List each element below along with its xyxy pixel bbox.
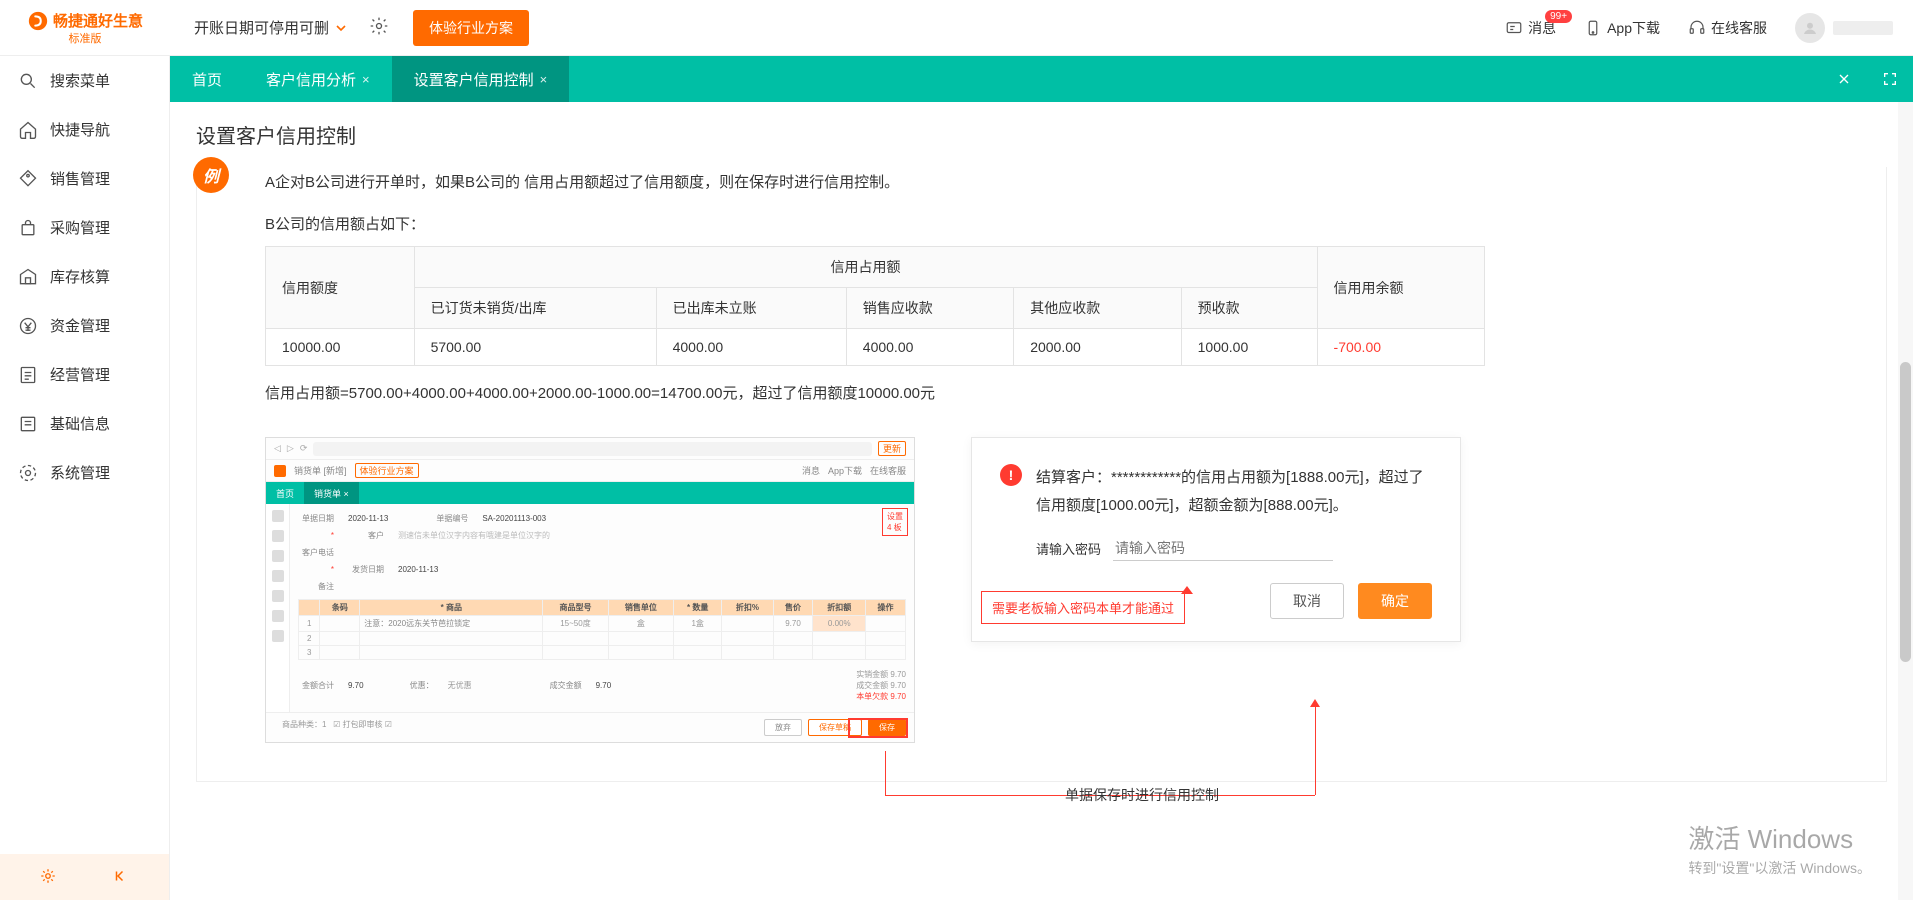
brand-edition: 标准版 bbox=[69, 30, 102, 46]
th-c3: 销售应收款 bbox=[846, 288, 1013, 329]
sidebar-sales[interactable]: 销售管理 bbox=[0, 154, 169, 203]
page-title: 设置客户信用控制 bbox=[196, 120, 1887, 149]
sidebar-basic-info[interactable]: 基础信息 bbox=[0, 399, 169, 448]
user-name[interactable] bbox=[1833, 21, 1893, 35]
phone-icon bbox=[1584, 19, 1602, 37]
sidebar-business[interactable]: 经营管理 bbox=[0, 350, 169, 399]
sidebar-quick-nav[interactable]: 快捷导航 bbox=[0, 105, 169, 154]
messages-badge: 99+ bbox=[1545, 10, 1572, 23]
tab-close-icon[interactable]: × bbox=[540, 72, 548, 87]
brand-logo-icon bbox=[27, 10, 49, 32]
sidebar-purchase[interactable]: 采购管理 bbox=[0, 203, 169, 252]
dialog-message: 结算客户：************的信用占用额为[1888.00元]，超过了信用… bbox=[1036, 464, 1432, 520]
tab-set-customer-credit-control[interactable]: 设置客户信用控制× bbox=[392, 56, 570, 102]
password-input[interactable] bbox=[1113, 536, 1333, 561]
sidebar-search[interactable]: 搜索菜单 bbox=[0, 56, 169, 105]
dialog-confirm-button[interactable]: 确定 bbox=[1358, 583, 1432, 619]
sidebar-footer bbox=[0, 854, 169, 900]
example-sub-text: B公司的信用额占如下： bbox=[265, 213, 1862, 234]
chevron-down-icon bbox=[335, 22, 347, 34]
online-cs-link[interactable]: 在线客服 bbox=[1688, 18, 1767, 38]
user-avatar[interactable] bbox=[1795, 13, 1825, 43]
yen-icon bbox=[18, 316, 38, 336]
brand: 畅捷通好生意 标准版 bbox=[0, 0, 170, 56]
sidebar-settings-icon[interactable] bbox=[39, 867, 57, 888]
messages-link[interactable]: 消息 99+ bbox=[1505, 18, 1556, 38]
settings-gear-icon[interactable] bbox=[369, 16, 389, 39]
highlight-save-button bbox=[848, 718, 908, 738]
sidebar-inventory[interactable]: 库存核算 bbox=[0, 252, 169, 301]
credit-table: 信用额度 信用占用额 信用用余额 已订货未销货/出库 已出库未立账 销售应收款 … bbox=[265, 246, 1485, 366]
tab-fullscreen-button[interactable] bbox=[1867, 56, 1913, 102]
brand-name: 畅捷通好生意 bbox=[53, 10, 143, 31]
th-quota: 信用额度 bbox=[266, 247, 415, 329]
example-lead-text: A企对B公司进行开单时，如果B公司的 信用占用额超过了信用额度，则在保存时进行信… bbox=[265, 167, 1862, 195]
warehouse-icon bbox=[18, 267, 38, 287]
bag-icon bbox=[18, 218, 38, 238]
th-c2: 已出库未立账 bbox=[656, 288, 846, 329]
password-label: 请输入密码 bbox=[1036, 539, 1101, 558]
th-remain: 信用用余额 bbox=[1317, 247, 1484, 329]
example-badge: 例 bbox=[193, 157, 229, 193]
account-date-dropdown[interactable]: 开账日期可停用可删 bbox=[194, 17, 347, 38]
system-icon bbox=[18, 463, 38, 483]
th-c5: 预收款 bbox=[1181, 288, 1317, 329]
report-icon bbox=[18, 365, 38, 385]
topbar: 畅捷通好生意 标准版 开账日期可停用可删 体验行业方案 消息 99+ App下载 bbox=[0, 0, 1913, 56]
save-caption: 单据保存时进行信用控制 bbox=[1065, 785, 1219, 805]
tag-icon bbox=[18, 169, 38, 189]
formula-text: 信用占用额=5700.00+4000.00+4000.00+2000.00-10… bbox=[265, 382, 1862, 403]
sidebar: 搜索菜单 快捷导航 销售管理 采购管理 库存核算 资金管理 经营管理 基础信息 … bbox=[0, 56, 170, 900]
dropdown-label: 开账日期可停用可删 bbox=[194, 17, 329, 38]
warning-icon: ! bbox=[1000, 464, 1022, 486]
callout-password-hint: 需要老板输入密码本单才能通过 bbox=[981, 591, 1185, 624]
headset-icon bbox=[1688, 19, 1706, 37]
home-icon bbox=[18, 120, 38, 140]
tab-close-icon[interactable]: × bbox=[362, 72, 370, 87]
content-scrollbar[interactable] bbox=[1898, 102, 1913, 900]
dialog-cancel-button[interactable]: 取消 bbox=[1270, 583, 1344, 619]
user-icon bbox=[1801, 19, 1819, 37]
search-icon bbox=[18, 71, 38, 91]
sidebar-collapse-icon[interactable] bbox=[112, 867, 130, 888]
mini-screenshot-voucher: ◁▷⟳更新 销货单 [新增]体验行业方案消息App下载在线客服 首页销货单 × … bbox=[265, 437, 915, 743]
th-c1: 已订货未销货/出库 bbox=[414, 288, 656, 329]
th-used-group: 信用占用额 bbox=[414, 247, 1317, 288]
experience-industry-button[interactable]: 体验行业方案 bbox=[413, 10, 529, 46]
message-icon bbox=[1505, 19, 1523, 37]
th-c4: 其他应收款 bbox=[1014, 288, 1181, 329]
example-panel: 例 A企对B公司进行开单时，如果B公司的 信用占用额超过了信用额度，则在保存时进… bbox=[196, 167, 1887, 782]
list-icon bbox=[18, 414, 38, 434]
tab-close-all-button[interactable] bbox=[1821, 56, 1867, 102]
app-download-link[interactable]: App下载 bbox=[1584, 18, 1660, 38]
credit-warning-dialog-screenshot: ! 结算客户：************的信用占用额为[1888.00元]，超过了… bbox=[971, 437, 1461, 642]
table-row: 10000.00 5700.00 4000.00 4000.00 2000.00… bbox=[266, 329, 1485, 366]
tab-customer-credit-analysis[interactable]: 客户信用分析× bbox=[244, 56, 392, 102]
sidebar-system[interactable]: 系统管理 bbox=[0, 448, 169, 497]
tabstrip: 首页 客户信用分析× 设置客户信用控制× bbox=[170, 56, 1913, 102]
sidebar-funds[interactable]: 资金管理 bbox=[0, 301, 169, 350]
content-scroll-area: 设置客户信用控制 例 A企对B公司进行开单时，如果B公司的 信用占用额超过了信用… bbox=[170, 102, 1913, 900]
tab-home[interactable]: 首页 bbox=[170, 56, 244, 102]
